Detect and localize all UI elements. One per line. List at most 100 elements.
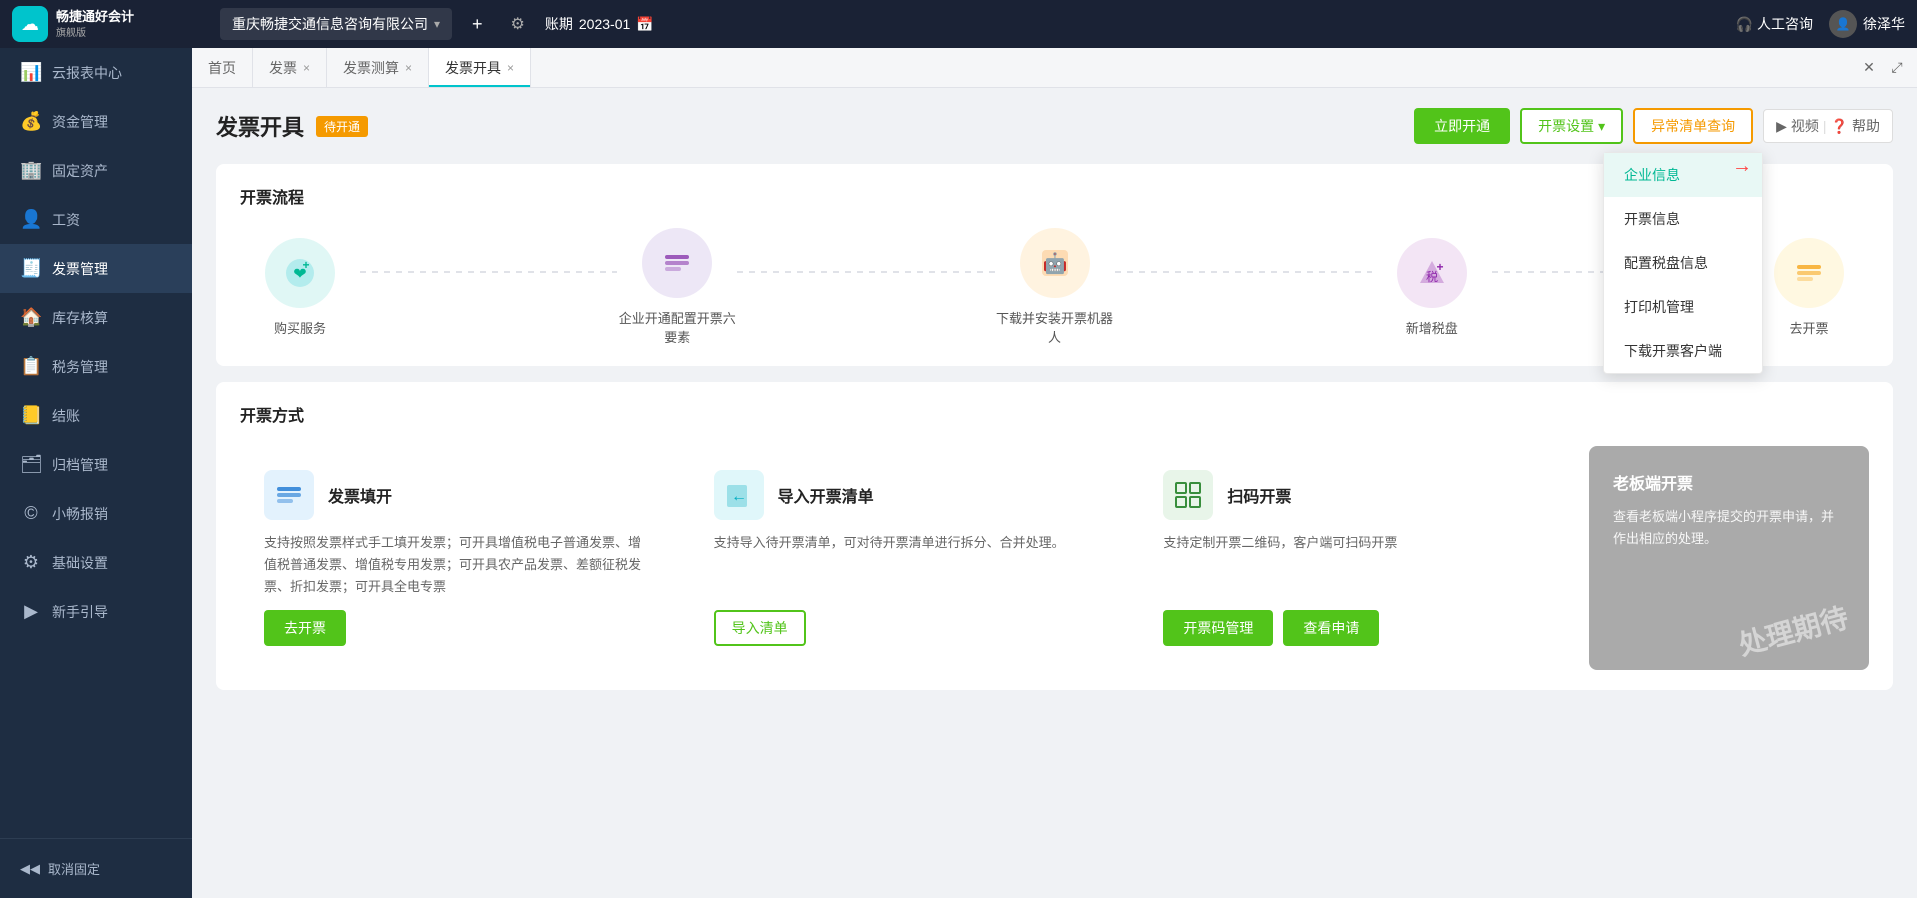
sidebar-item-fund[interactable]: 💰 资金管理: [0, 97, 192, 146]
company-info-label: 企业信息: [1624, 167, 1680, 183]
sidebar-item-guide[interactable]: ▶ 新手引导: [0, 587, 192, 636]
svg-text:+: +: [1436, 260, 1443, 274]
buy-service-icon: ❤+: [265, 238, 335, 308]
fund-icon: 💰: [20, 111, 42, 132]
collapse-button[interactable]: ◀◀ 取消固定: [0, 849, 192, 888]
methods-section-title: 开票方式: [240, 402, 1869, 426]
sidebar-label: 基础设置: [52, 553, 108, 573]
svg-text:+: +: [302, 258, 309, 272]
download-client-label: 下载开票客户端: [1624, 343, 1722, 359]
expand-tab-button[interactable]: ⤢: [1885, 56, 1909, 80]
sidebar-label: 归档管理: [52, 455, 108, 475]
fill-invoice-title: 发票填开: [328, 483, 392, 507]
settings-menu-icon: ⚙: [20, 552, 42, 573]
dropdown-item-tax-config[interactable]: 配置税盘信息: [1604, 241, 1762, 285]
sidebar-label: 结账: [52, 406, 80, 426]
tab-invoice-issue-close[interactable]: ×: [507, 61, 514, 75]
separator: |: [1823, 118, 1827, 134]
status-badge: 待开通: [316, 116, 368, 137]
tab-invoice-calc-close[interactable]: ×: [405, 61, 412, 75]
tab-invoice-calc-label: 发票测算: [343, 58, 399, 78]
method-card-scan: 扫码开票 支持定制开票二维码，客户端可扫码开票 开票码管理 查看申请: [1139, 446, 1573, 670]
sidebar-label: 新手引导: [52, 602, 108, 622]
scan-invoice-header: 扫码开票: [1163, 470, 1549, 520]
support-label: 人工咨询: [1757, 14, 1813, 34]
logo-area: ☁ 畅捷通好会计 旗舰版: [12, 6, 204, 42]
tab-bar: 首页 发票 × 发票测算 × 发票开具 × ✕ ⤢: [192, 48, 1917, 88]
report-sales-icon: ©: [20, 503, 42, 524]
tax-icon: 📋: [20, 356, 42, 377]
fill-invoice-icon: [264, 470, 314, 520]
svg-text:←: ←: [731, 488, 747, 505]
download-label: 下载并安装开票机器人: [995, 308, 1115, 346]
sidebar-item-payroll[interactable]: 👤 工资: [0, 195, 192, 244]
scan-invoice-apply-button[interactable]: 查看申请: [1283, 610, 1379, 646]
sidebar-item-settlement[interactable]: 📒 结账: [0, 391, 192, 440]
period-label: 账期: [545, 14, 573, 34]
guide-icon: ▶: [20, 601, 42, 622]
method-card-fill: 发票填开 支持按照发票样式手工填开发票；可开具增值税电子普通发票、增值税普通发票…: [240, 446, 674, 670]
dropdown-item-printer[interactable]: 打印机管理: [1604, 285, 1762, 329]
scan-invoice-manage-button[interactable]: 开票码管理: [1163, 610, 1273, 646]
tab-invoice-issue[interactable]: 发票开具 ×: [429, 48, 531, 87]
help-label[interactable]: 帮助: [1852, 116, 1880, 136]
page-header: 发票开具 待开通 立即开通 开票设置 ▾ 异常清单查询 ▶ 视频 |: [216, 108, 1893, 144]
company-selector[interactable]: 重庆畅捷交通信息咨询有限公司 ▾: [220, 8, 452, 40]
top-bar: ☁ 畅捷通好会计 旗舰版 重庆畅捷交通信息咨询有限公司 ▾ + ⚙ 账期 202…: [0, 0, 1917, 48]
sidebar-item-cloud-report[interactable]: 📊 云报表中心: [0, 48, 192, 97]
dropdown-arrow-icon: ▾: [1598, 118, 1605, 135]
process-step-buy-service: ❤+ 购买服务: [240, 238, 360, 337]
sidebar-label: 发票管理: [52, 259, 108, 279]
user-info[interactable]: 👤 徐泽华: [1829, 10, 1905, 38]
user-name: 徐泽华: [1863, 14, 1905, 34]
tab-invoice-calc[interactable]: 发票测算 ×: [327, 48, 429, 87]
activate-button[interactable]: 立即开通: [1414, 108, 1510, 144]
tab-invoice-list[interactable]: 发票 ×: [253, 48, 327, 87]
go-invoice-icon: [1774, 238, 1844, 308]
invoice-info-label: 开票信息: [1624, 211, 1680, 227]
tab-home[interactable]: 首页: [192, 48, 253, 87]
chevron-down-icon: ▾: [434, 17, 440, 31]
import-invoice-header: ← 导入开票清单: [714, 470, 1100, 520]
help-circle-icon: ❓: [1831, 118, 1848, 135]
payroll-icon: 👤: [20, 209, 42, 230]
settings-button[interactable]: 开票设置 ▾: [1520, 108, 1623, 144]
calendar-icon[interactable]: 📅: [636, 16, 653, 33]
video-label[interactable]: 视频: [1791, 116, 1819, 136]
settlement-icon: 📒: [20, 405, 42, 426]
import-invoice-desc: 支持导入待开票清单，可对待开票清单进行拆分、合并处理。: [714, 532, 1100, 598]
sidebar-label: 税务管理: [52, 357, 108, 377]
download-icon: 🤖: [1020, 228, 1090, 298]
sidebar-item-invoice[interactable]: 🧾 发票管理: [0, 244, 192, 293]
import-invoice-button[interactable]: 导入清单: [714, 610, 806, 646]
top-bar-right: 🎧 人工咨询 👤 徐泽华: [1736, 10, 1905, 38]
tab-invoice-issue-label: 发票开具: [445, 58, 501, 78]
settings-icon[interactable]: ⚙: [503, 14, 533, 34]
scan-invoice-icon: [1163, 470, 1213, 520]
sidebar-item-fixed-assets[interactable]: 🏢 固定资产: [0, 146, 192, 195]
sidebar-item-report-sales[interactable]: © 小畅报销: [0, 489, 192, 538]
sidebar-item-inventory[interactable]: 🏠 库存核算: [0, 293, 192, 342]
content-area: 首页 发票 × 发票测算 × 发票开具 × ✕ ⤢: [192, 48, 1917, 898]
tab-invoice-list-close[interactable]: ×: [303, 61, 310, 75]
dropdown-item-download-client[interactable]: 下载开票客户端: [1604, 329, 1762, 373]
fill-invoice-desc: 支持按照发票样式手工填开发票；可开具增值税电子普通发票、增值税普通发票、增值税专…: [264, 532, 650, 598]
abnormal-button[interactable]: 异常清单查询: [1633, 108, 1753, 144]
dropdown-item-invoice-info[interactable]: 开票信息: [1604, 197, 1762, 241]
sidebar-item-tax[interactable]: 📋 税务管理: [0, 342, 192, 391]
close-tab-button[interactable]: ✕: [1857, 56, 1881, 80]
logo-title: 畅捷通好会计: [56, 9, 134, 25]
boss-invoice-title: 老板端开票: [1613, 470, 1693, 494]
sidebar-item-settings[interactable]: ⚙ 基础设置: [0, 538, 192, 587]
sidebar-item-archive[interactable]: 🗂 归档管理: [0, 440, 192, 489]
go-invoice-label: 去开票: [1789, 318, 1828, 337]
tab-bar-actions: ✕ ⤢: [1849, 48, 1917, 87]
sidebar-label: 固定资产: [52, 161, 108, 181]
fill-invoice-button[interactable]: 去开票: [264, 610, 346, 646]
video-icon: ▶: [1776, 118, 1787, 135]
support-button[interactable]: 🎧 人工咨询: [1736, 14, 1813, 34]
sidebar-label: 小畅报销: [52, 504, 108, 524]
fixed-assets-icon: 🏢: [20, 160, 42, 181]
overlay-text: 处理期待: [1734, 596, 1853, 664]
add-company-button[interactable]: +: [464, 14, 491, 35]
